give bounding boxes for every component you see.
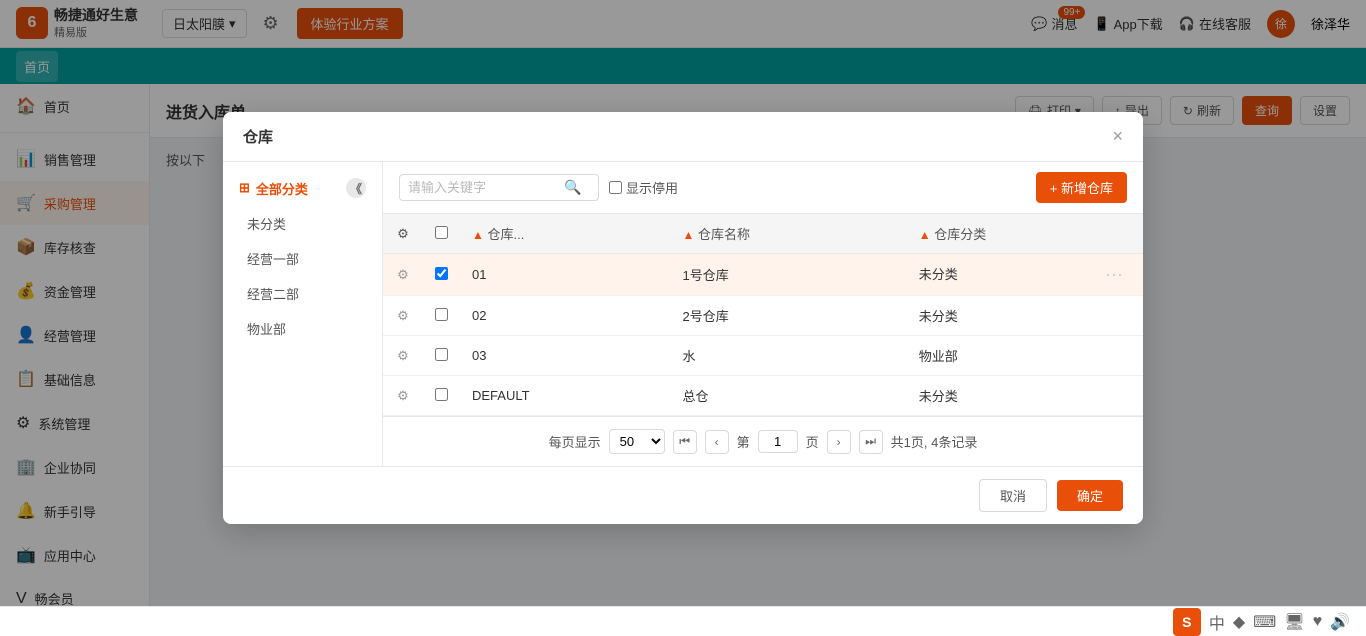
confirm-button[interactable]: 确定 bbox=[1057, 480, 1123, 511]
sort-icon3: ▲ bbox=[919, 228, 931, 242]
col-settings: ⚙ bbox=[383, 214, 423, 254]
s-logo: S bbox=[1173, 608, 1201, 636]
monitor-icon[interactable]: 🖥 bbox=[1284, 612, 1304, 632]
col-warehouse-code: ▲ 仓库... bbox=[460, 214, 671, 254]
page-label: 第 bbox=[737, 432, 750, 451]
row-checkbox-cell bbox=[423, 376, 460, 416]
modal-table: ⚙ ▲ 仓库... ▲ 仓库名称 ▲ bbox=[383, 214, 1143, 416]
category-header-label: 全部分类 bbox=[256, 179, 308, 198]
category-item-uncategorized[interactable]: 未分类 bbox=[223, 206, 382, 241]
modal-main: 🔍 显示停用 + 新增仓库 ⚙ ▲ bbox=[383, 162, 1143, 466]
row-category: 物业部 bbox=[907, 336, 1143, 376]
collapse-button[interactable]: 《 bbox=[346, 178, 366, 198]
volume-icon[interactable]: 🔊 bbox=[1330, 612, 1350, 632]
sort-icon2: ▲ bbox=[683, 228, 695, 242]
col-warehouse-category: ▲ 仓库分类 bbox=[907, 214, 1143, 254]
page-suffix: 页 bbox=[806, 432, 819, 451]
category-item-dept2[interactable]: 经营二部 bbox=[223, 276, 382, 311]
table-header-row: ⚙ ▲ 仓库... ▲ 仓库名称 ▲ bbox=[383, 214, 1143, 254]
heart-icon[interactable]: ♥ bbox=[1313, 613, 1323, 631]
col-warehouse-name: ▲ 仓库名称 bbox=[671, 214, 907, 254]
row-settings-icon: ⚙ bbox=[383, 336, 423, 376]
search-icon: 🔍 bbox=[564, 179, 581, 196]
show-disabled-text: 显示停用 bbox=[626, 178, 678, 197]
row-checkbox-cell bbox=[423, 336, 460, 376]
prev-page-button[interactable]: ‹ bbox=[705, 430, 729, 454]
search-input[interactable] bbox=[408, 180, 558, 195]
next-page-button[interactable]: › bbox=[827, 430, 851, 454]
page-number-input[interactable] bbox=[758, 430, 798, 453]
modal-category-header[interactable]: ⊞ 全部分类 《 bbox=[223, 170, 382, 206]
row-name: 总仓 bbox=[671, 376, 907, 416]
row-settings-icon: ⚙ bbox=[383, 376, 423, 416]
grid-icon: ⊞ bbox=[239, 180, 250, 196]
row-checkbox[interactable] bbox=[435, 308, 448, 321]
bottom-bar: S 中 ◆ ⌨ 🖥 ♥ 🔊 bbox=[0, 606, 1366, 636]
modal-header: 仓库 × bbox=[223, 112, 1143, 162]
per-page-select[interactable]: 10 20 50 100 bbox=[609, 429, 665, 454]
row-category: 未分类··· bbox=[907, 254, 1143, 296]
show-disabled-checkbox[interactable] bbox=[609, 181, 622, 194]
row-name: 1号仓库 bbox=[671, 254, 907, 296]
modal-sidebar: ⊞ 全部分类 《 未分类 经营一部 经营二部 物业部 bbox=[223, 162, 383, 466]
table-row[interactable]: ⚙ 01 1号仓库 未分类··· bbox=[383, 254, 1143, 296]
modal-body: ⊞ 全部分类 《 未分类 经营一部 经营二部 物业部 🔍 显示停用 + bbox=[223, 162, 1143, 466]
table-row[interactable]: ⚙ DEFAULT 总仓 未分类 bbox=[383, 376, 1143, 416]
modal-title: 仓库 bbox=[243, 126, 273, 147]
row-checkbox-cell bbox=[423, 254, 460, 296]
show-disabled-label[interactable]: 显示停用 bbox=[609, 178, 678, 197]
table-row[interactable]: ⚙ 02 2号仓库 未分类 bbox=[383, 296, 1143, 336]
table-row[interactable]: ⚙ 03 水 物业部 bbox=[383, 336, 1143, 376]
search-box: 🔍 bbox=[399, 174, 599, 201]
row-checkbox-cell bbox=[423, 296, 460, 336]
row-category: 未分类 bbox=[907, 296, 1143, 336]
row-checkbox[interactable] bbox=[435, 267, 448, 280]
row-category: 未分类 bbox=[907, 376, 1143, 416]
row-code: DEFAULT bbox=[460, 376, 671, 416]
row-name: 水 bbox=[671, 336, 907, 376]
modal-footer: 取消 确定 bbox=[223, 466, 1143, 524]
modal-pagination: 每页显示 10 20 50 100 ⏮ ‹ 第 页 › ⏭ 共1页, 4条记录 bbox=[383, 416, 1143, 466]
first-page-button[interactable]: ⏮ bbox=[673, 430, 697, 454]
row-settings-icon: ⚙ bbox=[383, 254, 423, 296]
select-all-checkbox[interactable] bbox=[435, 226, 448, 239]
category-item-property[interactable]: 物业部 bbox=[223, 311, 382, 346]
keyboard-icon[interactable]: ⌨ bbox=[1253, 612, 1276, 632]
add-warehouse-button[interactable]: + 新增仓库 bbox=[1036, 172, 1127, 203]
row-code: 03 bbox=[460, 336, 671, 376]
category-item-dept1[interactable]: 经营一部 bbox=[223, 241, 382, 276]
row-checkbox[interactable] bbox=[435, 348, 448, 361]
modal-toolbar: 🔍 显示停用 + 新增仓库 bbox=[383, 162, 1143, 214]
row-name: 2号仓库 bbox=[671, 296, 907, 336]
sort-icon: ▲ bbox=[472, 228, 484, 242]
row-settings-icon: ⚙ bbox=[383, 296, 423, 336]
chinese-icon[interactable]: 中 bbox=[1209, 610, 1225, 634]
row-checkbox[interactable] bbox=[435, 388, 448, 401]
row-code: 02 bbox=[460, 296, 671, 336]
row-code: 01 bbox=[460, 254, 671, 296]
per-page-label: 每页显示 bbox=[549, 432, 601, 451]
cancel-button[interactable]: 取消 bbox=[979, 479, 1047, 512]
modal-close-button[interactable]: × bbox=[1112, 126, 1123, 147]
last-page-button[interactable]: ⏭ bbox=[859, 430, 883, 454]
diamond-icon[interactable]: ◆ bbox=[1233, 612, 1245, 632]
total-records: 共1页, 4条记录 bbox=[891, 432, 978, 451]
warehouse-modal: 仓库 × ⊞ 全部分类 《 未分类 经营一部 经营二部 物业部 🔍 bbox=[223, 112, 1143, 524]
col-checkbox bbox=[423, 214, 460, 254]
